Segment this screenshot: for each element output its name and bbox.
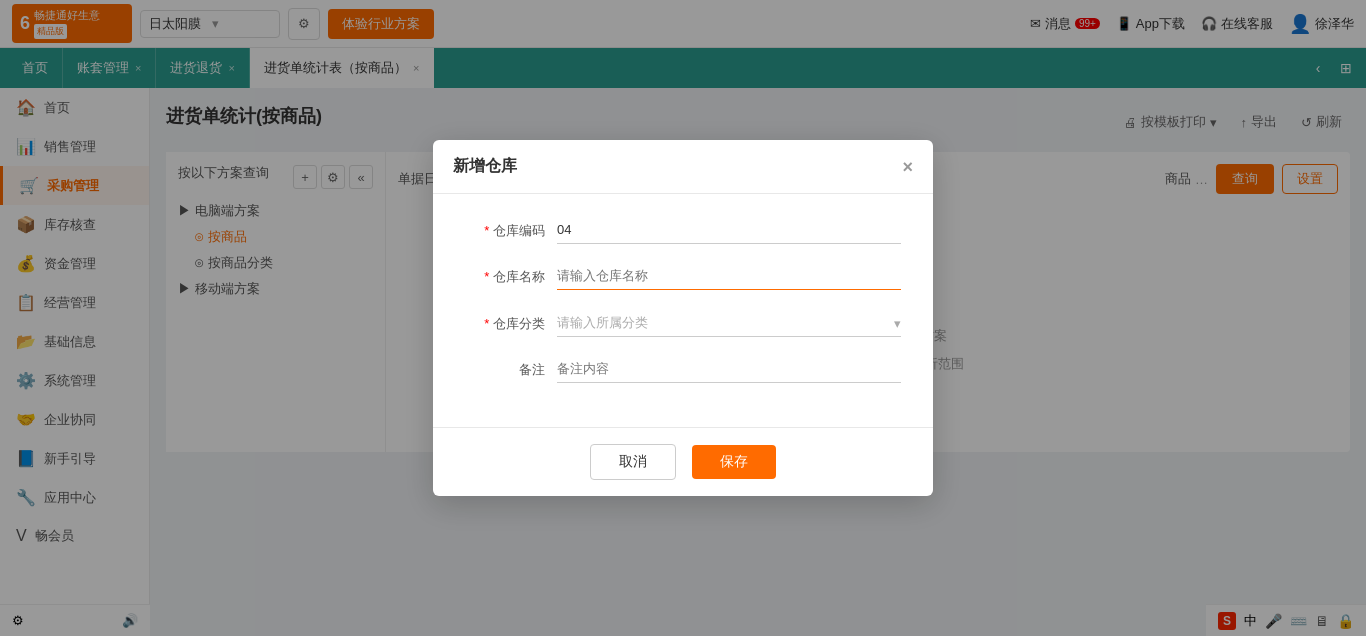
category-select[interactable]: 请输入所属分类 ▾ <box>557 310 901 337</box>
code-required-star: * <box>484 223 489 238</box>
note-input-wrapper <box>557 357 901 383</box>
code-input[interactable] <box>557 218 901 241</box>
form-row-code: * 仓库编码 <box>465 218 901 244</box>
name-required-star: * <box>484 269 489 284</box>
cancel-button[interactable]: 取消 <box>590 444 676 480</box>
category-placeholder: 请输入所属分类 <box>557 314 648 332</box>
modal-overlay[interactable]: 新增仓库 × * 仓库编码 * 仓库名称 <box>0 0 1366 636</box>
new-warehouse-dialog: 新增仓库 × * 仓库编码 * 仓库名称 <box>433 140 933 496</box>
form-row-note: 备注 <box>465 357 901 383</box>
dialog-body: * 仓库编码 * 仓库名称 * <box>433 194 933 427</box>
name-label: * 仓库名称 <box>465 268 545 286</box>
code-input-wrapper <box>557 218 901 244</box>
note-input[interactable] <box>557 357 901 380</box>
note-label: 备注 <box>465 361 545 379</box>
form-row-category: * 仓库分类 请输入所属分类 ▾ <box>465 310 901 337</box>
name-input-wrapper <box>557 264 901 290</box>
category-label: * 仓库分类 <box>465 315 545 333</box>
dialog-title: 新增仓库 <box>453 156 517 177</box>
category-required-star: * <box>484 316 489 331</box>
form-row-name: * 仓库名称 <box>465 264 901 290</box>
code-label: * 仓库编码 <box>465 222 545 240</box>
category-arrow-icon: ▾ <box>894 316 901 331</box>
dialog-close-button[interactable]: × <box>902 158 913 176</box>
dialog-footer: 取消 保存 <box>433 427 933 496</box>
save-button[interactable]: 保存 <box>692 445 776 479</box>
dialog-header: 新增仓库 × <box>433 140 933 194</box>
name-input[interactable] <box>557 264 901 287</box>
